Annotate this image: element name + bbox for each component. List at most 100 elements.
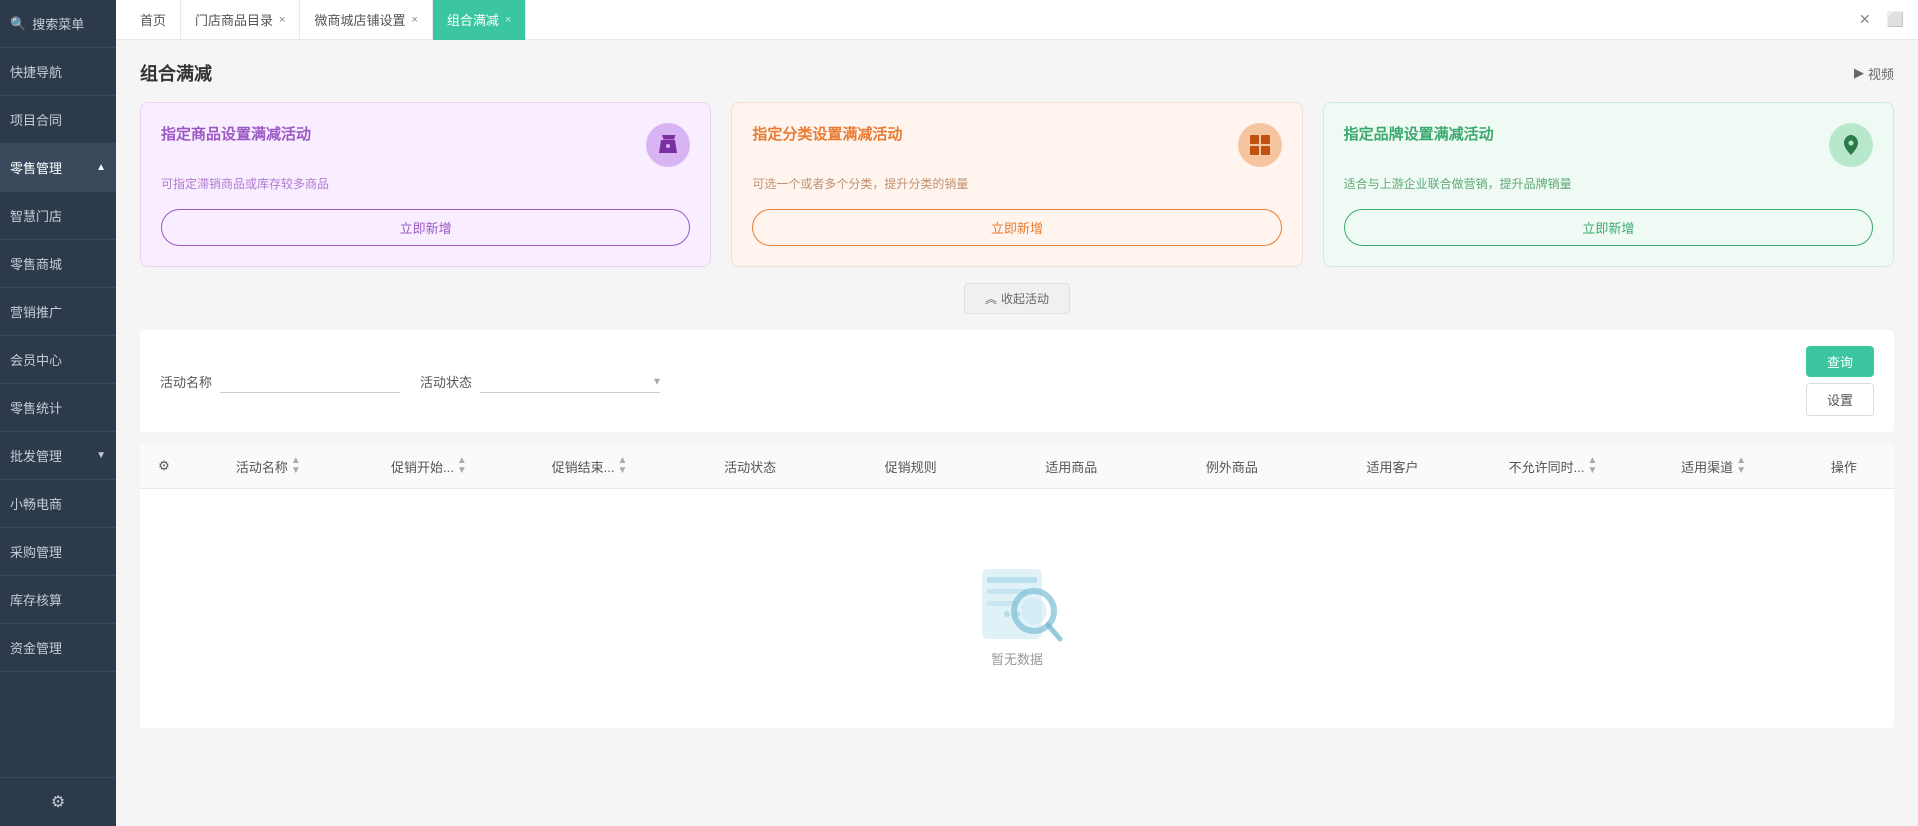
- goods-card-title: 指定商品设置满减活动: [161, 123, 311, 144]
- sidebar-search-label: 搜索菜单: [32, 14, 84, 33]
- collapse-label: 收起活动: [1001, 290, 1049, 307]
- th-ops: 操作: [1794, 457, 1894, 476]
- sidebar-item-retail-management[interactable]: 零售管理 ▲: [0, 144, 116, 192]
- filter-name-input[interactable]: [220, 369, 400, 393]
- goods-card-desc: 可指定滞销商品或库存较多商品: [161, 175, 690, 193]
- tab-label: 组合满减: [447, 10, 499, 29]
- th-status: 活动状态: [670, 457, 831, 476]
- chevron-icon: ▲: [96, 162, 106, 173]
- th-label: 例外商品: [1206, 457, 1258, 476]
- goods-activity-card: 指定商品设置满减活动 可指定滞销商品或库存较多商品 立即新增: [140, 102, 711, 267]
- page-title: 组合满减: [140, 60, 212, 86]
- sidebar-item-ecommerce[interactable]: 小畅电商: [0, 480, 116, 528]
- close-window-button[interactable]: ✕: [1855, 9, 1875, 30]
- maximize-window-button[interactable]: ⬜: [1883, 9, 1908, 30]
- sidebar-item-finance[interactable]: 资金管理: [0, 624, 116, 672]
- search-icon: 🔍: [10, 16, 26, 32]
- category-card-icon: [1238, 123, 1282, 167]
- th-label: 操作: [1831, 457, 1857, 476]
- tab-product-catalog[interactable]: 门店商品目录 ×: [181, 0, 300, 40]
- tab-wechat-settings[interactable]: 微商城店铺设置 ×: [300, 0, 432, 40]
- th-channel[interactable]: 适用渠道▲▼: [1633, 456, 1794, 476]
- filter-buttons: 查询 设置: [1806, 346, 1874, 416]
- card-header: 指定分类设置满减活动: [752, 123, 1281, 167]
- filter-name-label: 活动名称: [160, 372, 212, 391]
- th-name[interactable]: 活动名称▲▼: [188, 456, 349, 476]
- sidebar-item-quick-nav[interactable]: 快捷导航: [0, 48, 116, 96]
- video-label: 视频: [1868, 64, 1894, 83]
- video-link[interactable]: ▶ 视频: [1854, 64, 1894, 83]
- th-label: 适用商品: [1045, 457, 1097, 476]
- th-start[interactable]: 促销开始...▲▼: [349, 456, 510, 476]
- filter-status-select[interactable]: ▾: [480, 370, 660, 393]
- tab-close-icon[interactable]: ×: [279, 14, 285, 26]
- tab-bar: 首页 门店商品目录 × 微商城店铺设置 × 组合满减 × ✕ ⬜: [116, 0, 1918, 40]
- th-label: 促销结束...: [552, 457, 615, 476]
- tab-home[interactable]: 首页: [126, 0, 181, 40]
- tab-label: 微商城店铺设置: [314, 10, 405, 29]
- page-header: 组合满减 ▶ 视频: [140, 60, 1894, 86]
- sidebar-item-label: 批发管理: [10, 446, 62, 465]
- sidebar-item-label: 零售统计: [10, 398, 62, 417]
- th-label: 适用客户: [1366, 457, 1418, 476]
- sidebar-item-label: 零售管理: [10, 158, 62, 177]
- category-card-title: 指定分类设置满减活动: [752, 123, 902, 144]
- sidebar-item-retail-mall[interactable]: 零售商城: [0, 240, 116, 288]
- th-end[interactable]: 促销结束...▲▼: [509, 456, 670, 476]
- sidebar-search[interactable]: 🔍 搜索菜单: [0, 0, 116, 48]
- sidebar-item-retail-stats[interactable]: 零售统计: [0, 384, 116, 432]
- sidebar-item-smart-store[interactable]: 智慧门店: [0, 192, 116, 240]
- window-controls: ✕ ⬜: [1855, 9, 1908, 30]
- filter-name-item: 活动名称: [160, 369, 400, 393]
- tab-combo-discount[interactable]: 组合满减 ×: [433, 0, 526, 40]
- th-notsame[interactable]: 不允许同时...▲▼: [1473, 456, 1634, 476]
- sidebar-item-label: 库存核算: [10, 590, 62, 609]
- brand-add-button[interactable]: 立即新增: [1344, 209, 1873, 246]
- th-label: 活动名称: [236, 457, 288, 476]
- sidebar-item-inventory[interactable]: 库存核算: [0, 576, 116, 624]
- th-gear: ⚙: [140, 458, 188, 474]
- sort-icon: ▲▼: [1588, 456, 1598, 476]
- card-header: 指定品牌设置满减活动: [1344, 123, 1873, 167]
- goods-add-button[interactable]: 立即新增: [161, 209, 690, 246]
- th-except: 例外商品: [1152, 457, 1313, 476]
- collapse-button[interactable]: ︽ 收起活动: [964, 283, 1070, 314]
- sidebar-item-project-contract[interactable]: 项目合同: [0, 96, 116, 144]
- category-add-button[interactable]: 立即新增: [752, 209, 1281, 246]
- sidebar: 🔍 搜索菜单 快捷导航项目合同零售管理 ▲ 智慧门店零售商城营销推广会员中心零售统计…: [0, 0, 116, 826]
- brand-card-desc: 适合与上游企业联合做营销，提升品牌销量: [1344, 175, 1873, 193]
- tab-close-icon[interactable]: ×: [411, 14, 417, 26]
- sort-icon: ▲▼: [457, 456, 467, 476]
- th-label: 促销规则: [885, 457, 937, 476]
- collapse-bar: ︽ 收起活动: [140, 283, 1894, 314]
- brand-card-btn-wrap: 立即新增: [1344, 209, 1873, 246]
- brand-card-title: 指定品牌设置满减活动: [1344, 123, 1494, 144]
- sidebar-item-label: 会员中心: [10, 350, 62, 369]
- empty-illustration: [962, 549, 1072, 649]
- query-button[interactable]: 查询: [1806, 346, 1874, 377]
- tab-label: 门店商品目录: [195, 10, 273, 29]
- brand-card-icon: [1829, 123, 1873, 167]
- main-area: 首页 门店商品目录 × 微商城店铺设置 × 组合满减 × ✕ ⬜ 组合满减 ▶ 视频 指定商…: [116, 0, 1918, 826]
- category-card-btn-wrap: 立即新增: [752, 209, 1281, 246]
- gear-icon[interactable]: ⚙: [51, 792, 65, 812]
- th-label: 不允许同时...: [1509, 457, 1585, 476]
- tab-label: 首页: [140, 10, 166, 29]
- settings-button[interactable]: 设置: [1806, 383, 1874, 416]
- sidebar-item-purchase[interactable]: 采购管理: [0, 528, 116, 576]
- th-label: ⚙: [158, 458, 170, 474]
- sidebar-item-label: 快捷导航: [10, 62, 62, 81]
- sidebar-item-wholesale[interactable]: 批发管理▼: [0, 432, 116, 480]
- table-header: ⚙活动名称▲▼促销开始...▲▼促销结束...▲▼活动状态促销规则适用商品例外商…: [140, 444, 1894, 489]
- goods-card-btn-wrap: 立即新增: [161, 209, 690, 246]
- sidebar-item-marketing[interactable]: 营销推广: [0, 288, 116, 336]
- sort-icon: ▲▼: [291, 456, 301, 476]
- empty-text: 暂无数据: [991, 649, 1043, 668]
- content-area: 组合满减 ▶ 视频 指定商品设置满减活动 可指定滞销商品或库存较多商品 立即新增: [116, 40, 1918, 826]
- sidebar-item-member-center[interactable]: 会员中心: [0, 336, 116, 384]
- sort-icon: ▲▼: [1736, 456, 1746, 476]
- tab-close-icon[interactable]: ×: [505, 14, 511, 26]
- category-card-desc: 可选一个或者多个分类，提升分类的销量: [752, 175, 1281, 193]
- sidebar-item-label: 智慧门店: [10, 206, 62, 225]
- collapse-icon: ︽: [985, 290, 997, 307]
